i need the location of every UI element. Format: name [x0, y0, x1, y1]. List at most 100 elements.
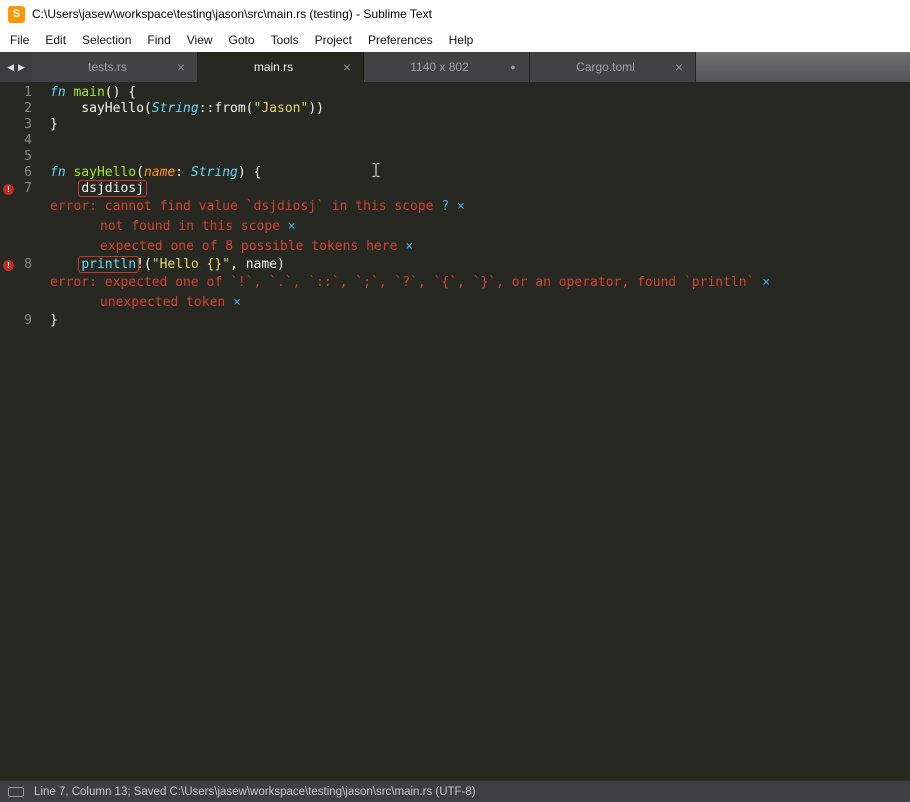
tab-label: tests.rs: [88, 60, 127, 74]
gutter-cell: ! 7: [0, 181, 44, 197]
line-content: error: cannot find value `dsjdiosj` in t…: [44, 197, 465, 217]
tab-close-icon[interactable]: ×: [340, 60, 354, 74]
title-bar: S C:\Users\jasew\workspace\testing\jason…: [0, 0, 910, 28]
code-line: 3}: [0, 117, 910, 133]
code-token: println: [78, 256, 140, 273]
tab-label: Cargo.toml: [576, 60, 635, 74]
tab-main-rs[interactable]: main.rs ×: [198, 52, 364, 82]
line-content: error: expected one of `!`, `.`, `::`, `…: [44, 273, 770, 293]
line-content: [44, 149, 50, 165]
tab-close-icon[interactable]: ×: [174, 60, 188, 74]
line-content: fn sayHello(name: String) {: [44, 165, 261, 181]
gutter-cell: 5: [0, 149, 44, 165]
code-token: ::from(: [198, 101, 254, 116]
line-content: unexpected token ×: [44, 293, 241, 313]
code-token: main: [73, 85, 105, 100]
line-number: 3: [24, 117, 32, 132]
code-token: ) {: [237, 165, 262, 180]
code-line: 9}: [0, 313, 910, 329]
menu-edit[interactable]: Edit: [37, 29, 74, 51]
code-token: String: [151, 101, 199, 116]
tab-bar: ◀ ▶ tests.rs × main.rs × 1140 x 802 ● Ca…: [0, 52, 910, 82]
dismiss-error-icon[interactable]: ×: [288, 219, 296, 234]
code-token: not found in this scope: [100, 219, 288, 234]
code-token: dsjdiosj: [78, 180, 147, 197]
status-panel-icon[interactable]: [8, 786, 24, 797]
line-content: [44, 133, 50, 149]
menu-find[interactable]: Find: [139, 29, 178, 51]
gutter-cell: [0, 273, 44, 293]
tab-1140x802[interactable]: 1140 x 802 ●: [364, 52, 530, 82]
code-token: error: cannot find value `dsjdiosj` in t…: [50, 199, 442, 214]
gutter-cell: [0, 197, 44, 217]
menu-help[interactable]: Help: [441, 29, 482, 51]
code-token: sayHello(: [50, 101, 152, 116]
line-content: expected one of 8 possible tokens here ×: [44, 237, 413, 257]
line-number: 2: [24, 101, 32, 116]
code-line: 4: [0, 133, 910, 149]
menu-preferences[interactable]: Preferences: [360, 29, 441, 51]
code-token: expected one of 8 possible tokens here: [100, 239, 406, 254]
dismiss-error-icon[interactable]: ×: [762, 275, 770, 290]
error-gutter-icon: !: [3, 183, 14, 195]
gutter-cell: 4: [0, 133, 44, 149]
menu-project[interactable]: Project: [307, 29, 360, 51]
line-content: println!("Hello {}", name): [44, 256, 285, 273]
line-number: 1: [24, 85, 32, 100]
code-line: ! 7 dsjdiosj: [0, 180, 910, 197]
code-token: "Hello {}": [151, 257, 231, 272]
menu-view[interactable]: View: [179, 29, 221, 51]
error-annotation-line: unexpected token ×: [0, 293, 910, 313]
code-token: , name): [230, 257, 285, 272]
code-token: name: [143, 165, 176, 180]
gutter-cell: [0, 217, 44, 237]
dismiss-error-icon[interactable]: ×: [405, 239, 413, 254]
line-number: 4: [24, 133, 32, 148]
code-token: fn: [50, 85, 66, 100]
menu-tools[interactable]: Tools: [263, 29, 307, 51]
code-token: error: expected one of `!`, `.`, `::`, `…: [50, 275, 763, 290]
tab-close-icon[interactable]: ×: [672, 60, 686, 74]
menu-goto[interactable]: Goto: [221, 29, 263, 51]
tab-nav-arrows: ◀ ▶: [0, 52, 32, 82]
gutter-cell: 2: [0, 101, 44, 117]
code-token: "Jason": [253, 101, 309, 116]
tab-tests-rs[interactable]: tests.rs ×: [32, 52, 198, 82]
line-content: dsjdiosj: [44, 180, 147, 197]
gutter-cell: 6: [0, 165, 44, 181]
dismiss-error-icon[interactable]: ×: [457, 199, 465, 214]
menu-bar: File Edit Selection Find View Goto Tools…: [0, 28, 910, 52]
sublime-logo-icon: S: [8, 5, 25, 23]
window-title: C:\Users\jasew\workspace\testing\jason\s…: [32, 7, 432, 21]
nav-back-icon[interactable]: ◀: [7, 62, 14, 73]
tab-dirty-icon[interactable]: ●: [506, 62, 520, 72]
code-token: () {: [104, 85, 137, 100]
error-help-link[interactable]: ?: [441, 199, 449, 214]
code-line: 2 sayHello(String::from("Jason")): [0, 101, 910, 117]
code-token: unexpected token: [100, 295, 234, 310]
line-content: }: [44, 313, 58, 329]
gutter-cell: 3: [0, 117, 44, 133]
tab-label: main.rs: [253, 60, 294, 74]
error-annotation-line: not found in this scope ×: [0, 217, 910, 237]
code-editor[interactable]: 1 fn main() {2 sayHello(String::from("Jas…: [0, 82, 910, 780]
line-content: }: [44, 117, 58, 133]
line-content: not found in this scope ×: [44, 217, 296, 237]
code-token: }: [50, 117, 58, 132]
code-token: }: [50, 313, 58, 328]
nav-forward-icon[interactable]: ▶: [18, 62, 25, 73]
error-annotation-line: error: cannot find value `dsjdiosj` in t…: [0, 197, 910, 217]
menu-selection[interactable]: Selection: [74, 29, 139, 51]
tab-cargo-toml[interactable]: Cargo.toml ×: [530, 52, 696, 82]
gutter-cell: [0, 293, 44, 313]
menu-file[interactable]: File: [2, 29, 37, 51]
status-bar: Line 7, Column 13; Saved C:\Users\jasew\…: [0, 780, 910, 802]
code-line: 1 fn main() {: [0, 85, 910, 101]
line-number: 8: [24, 257, 32, 272]
dismiss-error-icon[interactable]: ×: [233, 295, 241, 310]
gutter-cell: [0, 237, 44, 257]
tab-label: 1140 x 802: [410, 60, 469, 74]
